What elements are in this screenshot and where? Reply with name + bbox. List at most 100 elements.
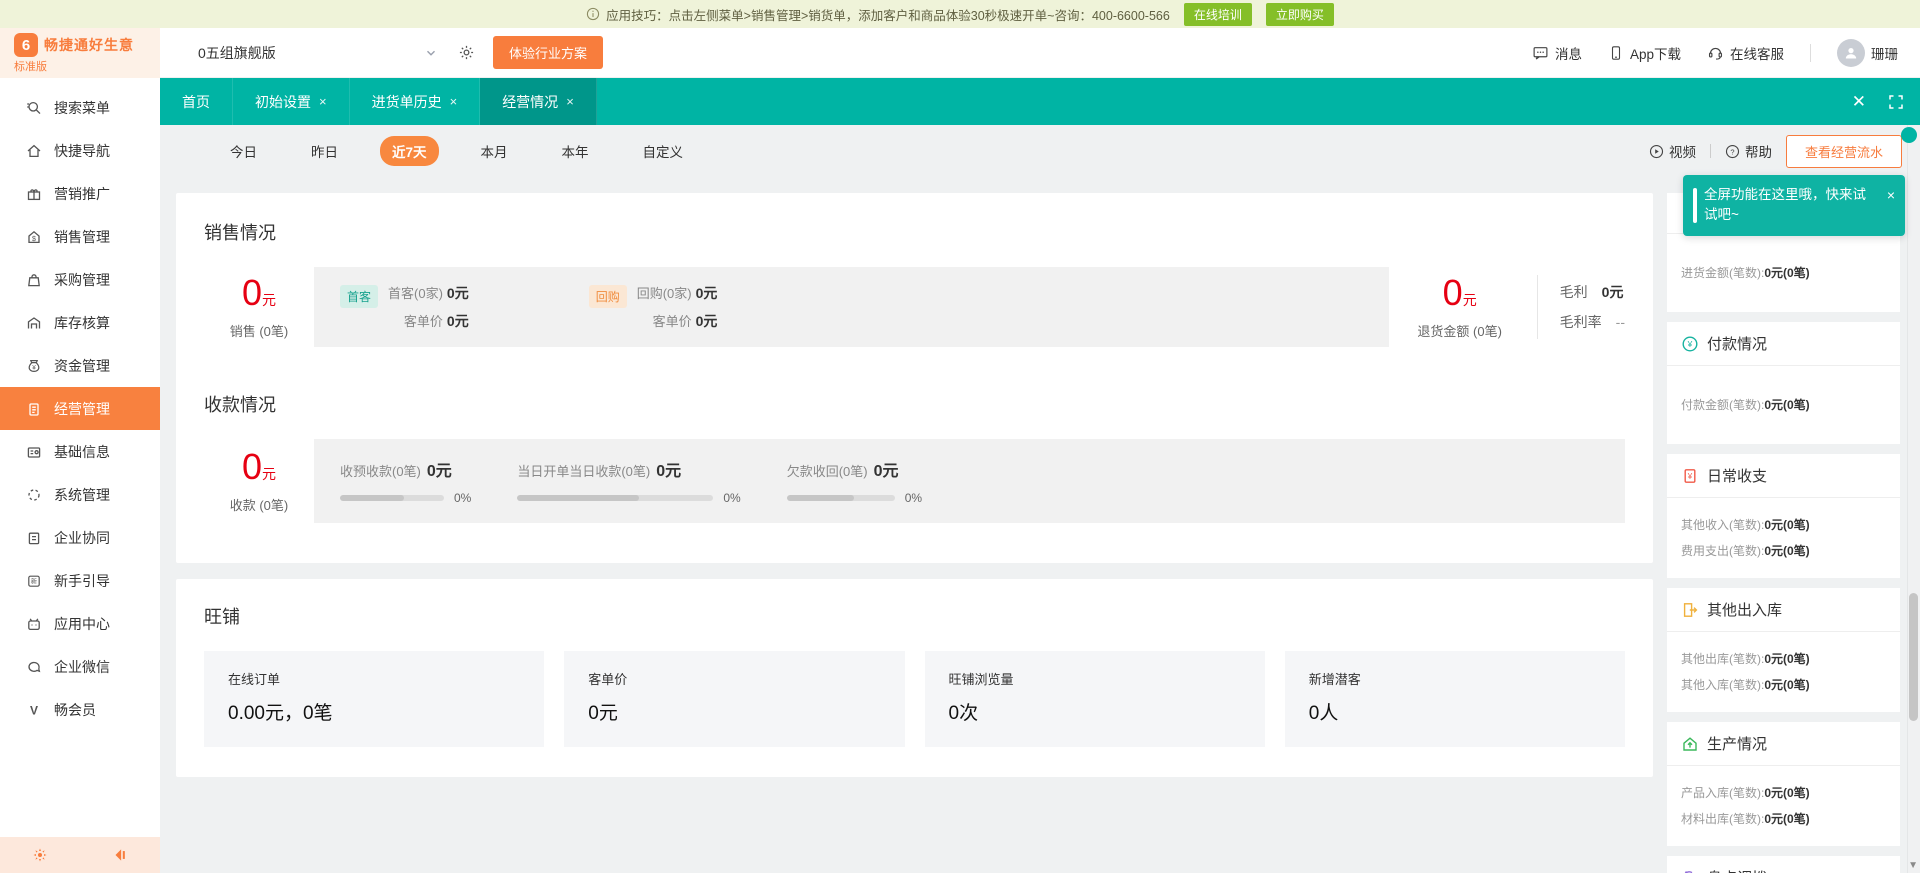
sidebar-item-marketing[interactable]: 营销推广	[0, 172, 160, 215]
chat-bubble-icon	[26, 659, 42, 675]
online-service-label: 在线客服	[1730, 46, 1784, 62]
shop-metric-value: 0.00元，0笔	[228, 703, 333, 724]
svg-text:¥: ¥	[32, 364, 36, 371]
filter-yesterday[interactable]: 昨日	[299, 136, 350, 166]
clipboard-icon	[26, 401, 42, 417]
sidebar-item-funds-mgmt[interactable]: ¥ 资金管理	[0, 344, 160, 387]
org-selector[interactable]: 0五组旗舰版	[198, 43, 438, 63]
online-service-button[interactable]: 在线客服	[1707, 43, 1784, 63]
sidebar-item-inventory-accounting[interactable]: 库存核算	[0, 301, 160, 344]
search-icon	[26, 100, 42, 116]
sidebar-item-business-mgmt[interactable]: 经营管理	[0, 387, 160, 430]
dashed-circle-icon	[26, 487, 42, 503]
tab-close-icon[interactable]: ×	[566, 94, 574, 109]
customer-panel: 首客 首客(0家) 0元 客单价 0元 回购 回购(0家) 0元 客单价 0元	[314, 267, 1389, 347]
tooltip-text: 全屏功能在这里哦，快来试试吧~	[1704, 187, 1866, 223]
shop-metric-value: 0元	[588, 703, 618, 724]
buy-now-button[interactable]: 立即购买	[1265, 2, 1334, 26]
filter-this-month[interactable]: 本月	[469, 136, 520, 166]
scrollbar-down-arrow[interactable]: ▼	[1908, 860, 1918, 871]
metric-label: 当日开单当日收款(0笔)	[517, 464, 651, 479]
sidebar-item-basic-info[interactable]: 基础信息	[0, 430, 160, 473]
factory-house-icon	[1683, 736, 1697, 751]
sales-amount: 0	[241, 271, 263, 313]
sidebar-item-wechat-work[interactable]: 企业微信	[0, 645, 160, 688]
tab-home[interactable]: 首页	[160, 78, 233, 125]
sidebar-item-beginner-guide[interactable]: 新 新手引导	[0, 559, 160, 602]
tab-close-icon[interactable]: ×	[450, 94, 458, 109]
tab-close-icon[interactable]: ×	[319, 94, 327, 109]
org-settings-button[interactable]	[458, 44, 475, 61]
settings-gear-icon[interactable]	[32, 847, 48, 863]
sidebar-item-label: 快捷导航	[54, 142, 110, 159]
filter-this-year[interactable]: 本年	[550, 136, 601, 166]
sidebar-item-purchase-mgmt[interactable]: 采购管理	[0, 258, 160, 301]
collapse-sidebar-icon[interactable]	[111, 846, 129, 864]
sidebar-item-sales-mgmt[interactable]: $ 销售管理	[0, 215, 160, 258]
filter-last7days[interactable]: 近7天	[380, 136, 439, 166]
collab-board-icon	[26, 530, 42, 546]
sidebar-item-app-center[interactable]: 应用中心	[0, 602, 160, 645]
shop-metric-label: 客单价	[588, 672, 628, 687]
sidebar-item-system-mgmt[interactable]: 系统管理	[0, 473, 160, 516]
sidebar-item-label: 搜索菜单	[54, 99, 110, 116]
panel-line-value: 0元(0笔)	[1764, 266, 1810, 280]
collection-metric: 收预收款(0笔) 0元 0%	[340, 457, 471, 505]
progress-bar	[517, 495, 714, 501]
panel-line-value: 0元(0笔)	[1764, 518, 1810, 532]
collection-metric: 欠款收回(0笔) 0元 0%	[786, 457, 922, 505]
page-scrollbar[interactable]: ▼	[1907, 125, 1920, 873]
filter-custom[interactable]: 自定义	[631, 136, 696, 166]
panel-daily-expense: ¥ 日常收支 其他收入(笔数):0元(0笔) 费用支出(笔数):0元(0笔)	[1667, 454, 1900, 578]
tab-initial-setup[interactable]: 初始设置 ×	[233, 78, 350, 125]
scrollbar-thumb[interactable]	[1909, 593, 1918, 721]
messages-button[interactable]: 消息	[1532, 43, 1582, 63]
svg-text:V: V	[30, 703, 38, 717]
view-business-flow-button[interactable]: 查看经营流水	[1785, 134, 1902, 168]
first-customer-badge: 首客	[340, 285, 379, 308]
close-all-tabs-icon[interactable]: ✕	[1852, 92, 1866, 112]
collection-label: 收款 (0笔)	[229, 497, 289, 513]
expense-book-icon: ¥	[1684, 468, 1696, 483]
tab-business-status[interactable]: 经营情况 ×	[480, 78, 597, 125]
notice-bar: 应用技巧：点击左侧菜单>销售管理>销货单，添加客户和商品体验30秒极速开单~咨询…	[0, 0, 1920, 28]
headset-icon	[1708, 47, 1723, 60]
panel-title: 付款情况	[1707, 336, 1768, 353]
sidebar: 搜索菜单 快捷导航 营销推广 $ 销售管理 采购管理 库存核算 ¥ 资金管理 经…	[0, 78, 160, 873]
filter-today[interactable]: 今日	[218, 136, 269, 166]
panel-line-label: 进货金额(笔数):	[1681, 266, 1765, 280]
tab-purchase-history[interactable]: 进货单历史 ×	[350, 78, 481, 125]
gross-profit-value: 0元	[1601, 284, 1624, 300]
online-training-button[interactable]: 在线培训	[1183, 2, 1252, 26]
header-divider	[1810, 43, 1811, 62]
tab-label: 进货单历史	[371, 93, 442, 110]
panel-line-value: 0元(0笔)	[1764, 812, 1810, 826]
tooltip-close-icon[interactable]: ×	[1887, 185, 1895, 226]
page-content: 今日 昨日 近7天 本月 本年 自定义 视频 ? 帮助 查看经营流水 销售情况 …	[160, 125, 1920, 873]
shop-metric-pageviews: 旺铺浏览量 0次	[924, 651, 1265, 747]
sidebar-item-member[interactable]: V 畅会员	[0, 688, 160, 731]
person-icon	[1845, 47, 1857, 58]
app-download-button[interactable]: App下载	[1608, 43, 1681, 63]
fullscreen-highlight-dot[interactable]	[1901, 127, 1917, 143]
gear-icon	[459, 45, 474, 60]
video-label: 视频	[1668, 145, 1696, 160]
user-menu[interactable]: 珊珊	[1837, 38, 1898, 67]
tab-label: 初始设置	[255, 93, 311, 110]
help-link[interactable]: ? 帮助	[1725, 141, 1772, 161]
tv-icon	[26, 616, 42, 632]
fullscreen-icon[interactable]	[1888, 94, 1904, 110]
sidebar-item-quick-nav[interactable]: 快捷导航	[0, 129, 160, 172]
sidebar-item-label: 应用中心	[54, 615, 110, 632]
panel-title: 日常收支	[1707, 468, 1768, 485]
sidebar-item-enterprise-collab[interactable]: 企业协同	[0, 516, 160, 559]
repeat-customer-badge: 回购	[588, 285, 627, 308]
collection-section-title: 收款情况	[204, 395, 276, 415]
sidebar-item-label: 销售管理	[54, 228, 110, 245]
sales-amount-unit: 元	[262, 291, 277, 308]
industry-solution-button[interactable]: 体验行业方案	[493, 36, 604, 69]
collection-panel: 收预收款(0笔) 0元 0% 当日开单当日收款(0笔) 0元 0% 欠款收回(0笔)…	[314, 439, 1625, 523]
sidebar-item-label: 基础信息	[54, 443, 110, 460]
sidebar-item-search-menu[interactable]: 搜索菜单	[0, 86, 160, 129]
video-link[interactable]: 视频	[1649, 141, 1696, 161]
